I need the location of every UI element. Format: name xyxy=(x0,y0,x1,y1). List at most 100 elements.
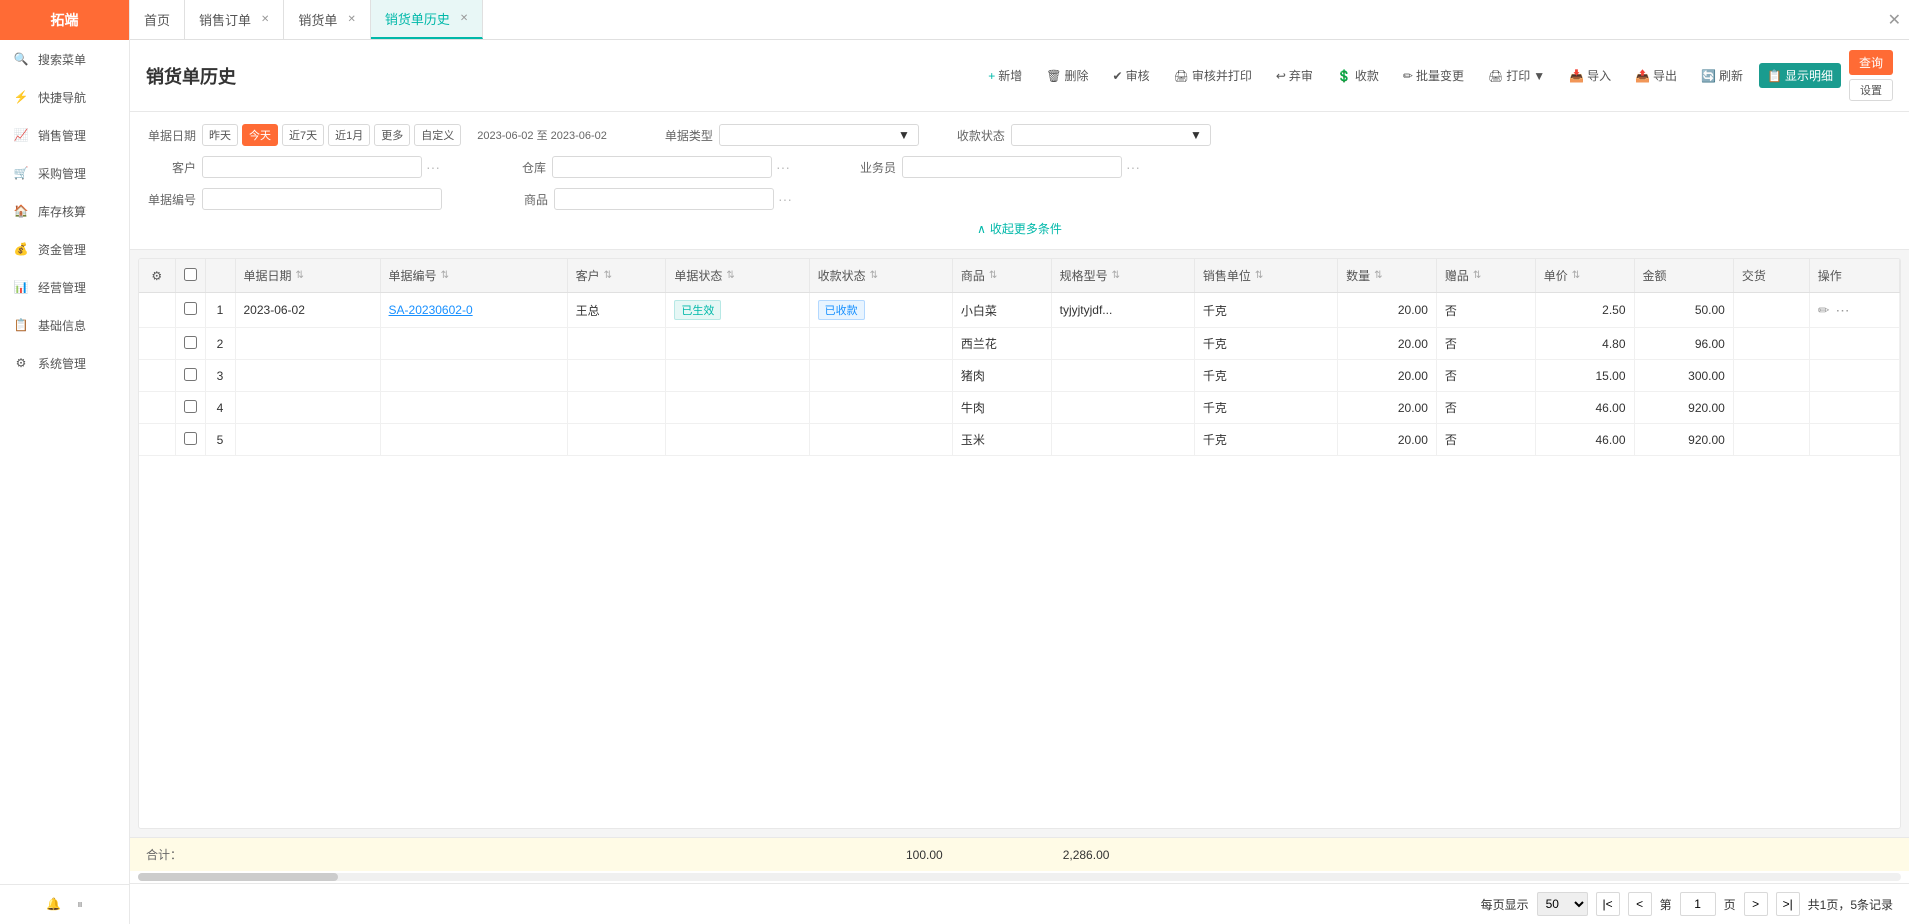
sidebar-item-sys-mgmt[interactable]: ⚙ 系统管理 xyxy=(0,344,129,382)
batch-change-button[interactable]: ✏ 批量变更 xyxy=(1395,63,1472,88)
page-last-button[interactable]: >| xyxy=(1776,892,1800,916)
cell-docno-4[interactable] xyxy=(380,424,567,456)
page-prev-button[interactable]: < xyxy=(1628,892,1652,916)
tab-home[interactable]: 首页 xyxy=(130,0,185,39)
show-detail-button[interactable]: 📋 显示明细 xyxy=(1759,63,1841,88)
th-goods[interactable]: 商品 ⇅ xyxy=(952,259,1051,293)
row-checkbox-1[interactable] xyxy=(184,336,197,349)
cell-settings-1 xyxy=(139,328,175,360)
collapse-button[interactable]: ∧ 收起更多条件 xyxy=(146,220,1893,237)
scrollbar-thumb[interactable] xyxy=(138,873,338,881)
pause-icon[interactable]: ⏸ xyxy=(77,897,83,912)
unit-sort-icon: ⇅ xyxy=(1255,270,1263,281)
row-checkbox-2[interactable] xyxy=(184,368,197,381)
sidebar-item-basic-info[interactable]: 📋 基础信息 xyxy=(0,306,129,344)
cell-checkbox-2[interactable] xyxy=(175,360,205,392)
filter-doc-type-select[interactable]: ▼ xyxy=(719,124,919,146)
th-collect-status[interactable]: 收款状态 ⇅ xyxy=(809,259,952,293)
filter-warehouse-input[interactable] xyxy=(552,156,772,178)
tab-sales-goods-close[interactable]: ✕ xyxy=(347,14,355,25)
cell-docno-3[interactable] xyxy=(380,392,567,424)
filter-customer-input[interactable] xyxy=(202,156,422,178)
page-number-input[interactable] xyxy=(1680,892,1716,916)
audit-print-button[interactable]: 🖨 审核并打印 xyxy=(1166,63,1260,88)
row-checkbox-4[interactable] xyxy=(184,432,197,445)
date-yesterday[interactable]: 昨天 xyxy=(202,124,238,146)
select-all-checkbox[interactable] xyxy=(184,268,197,281)
th-doc-no[interactable]: 单据编号 ⇅ xyxy=(380,259,567,293)
delete-button[interactable]: 🗑 删除 xyxy=(1038,63,1096,88)
cell-price-1: 4.80 xyxy=(1535,328,1634,360)
cell-checkbox-0[interactable] xyxy=(175,293,205,328)
sidebar-item-sales-mgmt[interactable]: 📈 销售管理 xyxy=(0,116,129,154)
cell-docno-1[interactable] xyxy=(380,328,567,360)
th-gift[interactable]: 赠品 ⇅ xyxy=(1436,259,1535,293)
filter-business-input[interactable] xyxy=(902,156,1122,178)
row-checkbox-3[interactable] xyxy=(184,400,197,413)
date-1month[interactable]: 近1月 xyxy=(328,124,370,146)
th-unit[interactable]: 销售单位 ⇅ xyxy=(1194,259,1337,293)
filter-goods-input[interactable] xyxy=(554,188,774,210)
th-doc-date[interactable]: 单据日期 ⇅ xyxy=(235,259,380,293)
tab-sales-order-close[interactable]: ✕ xyxy=(261,14,269,25)
th-qty[interactable]: 数量 ⇅ xyxy=(1338,259,1437,293)
abandon-button[interactable]: ↩ 弃审 xyxy=(1268,63,1321,88)
doc-no-link-0[interactable]: SA-20230602-0 xyxy=(389,303,473,317)
th-settings[interactable]: ⚙ xyxy=(139,259,175,293)
collect-button[interactable]: 💲 收款 xyxy=(1329,63,1387,88)
th-customer[interactable]: 客户 ⇅ xyxy=(567,259,666,293)
page-first-button[interactable]: |< xyxy=(1596,892,1620,916)
customer-dots-button[interactable]: ··· xyxy=(426,159,440,175)
row-checkbox-0[interactable] xyxy=(184,302,197,315)
page-next-button[interactable]: > xyxy=(1744,892,1768,916)
sidebar-item-purchase-mgmt[interactable]: 🛒 采购管理 xyxy=(0,154,129,192)
tab-sales-order[interactable]: 销售订单 ✕ xyxy=(185,0,284,39)
th-price[interactable]: 单价 ⇅ xyxy=(1535,259,1634,293)
refresh-button[interactable]: 🔄 刷新 xyxy=(1693,63,1751,88)
cell-checkbox-4[interactable] xyxy=(175,424,205,456)
sidebar-item-inventory[interactable]: 🏠 库存核算 xyxy=(0,192,129,230)
query-button[interactable]: 查询 xyxy=(1849,50,1893,75)
th-doc-status[interactable]: 单据状态 ⇅ xyxy=(666,259,809,293)
date-custom[interactable]: 自定义 xyxy=(414,124,461,146)
cell-docno-0[interactable]: SA-20230602-0 xyxy=(380,293,567,328)
export-button[interactable]: 📤 导出 xyxy=(1627,63,1685,88)
import-button[interactable]: 📥 导入 xyxy=(1561,63,1619,88)
goods-dots-button[interactable]: ··· xyxy=(778,191,792,207)
sidebar-item-purchase-mgmt-label: 采购管理 xyxy=(38,165,86,182)
audit-button[interactable]: ✔ 审核 xyxy=(1105,63,1158,88)
cell-checkbox-1[interactable] xyxy=(175,328,205,360)
date-today[interactable]: 今天 xyxy=(242,124,278,146)
tab-sales-goods[interactable]: 销货单 ✕ xyxy=(284,0,370,39)
settings-button[interactable]: 设置 xyxy=(1849,79,1893,101)
notification-icon[interactable]: 🔔 xyxy=(46,897,61,912)
date-7days[interactable]: 近7天 xyxy=(282,124,324,146)
cell-spec-2 xyxy=(1051,360,1194,392)
sidebar-item-finance[interactable]: 💰 资金管理 xyxy=(0,230,129,268)
tab-bar-close[interactable]: ✕ xyxy=(1888,10,1909,30)
edit-icon-0[interactable]: ✏ xyxy=(1818,302,1830,319)
cell-docno-2[interactable] xyxy=(380,360,567,392)
filter-collect-status-select[interactable]: ▼ xyxy=(1011,124,1211,146)
ops-icon: 📊 xyxy=(12,278,30,296)
tab-sales-history-close[interactable]: ✕ xyxy=(460,13,468,24)
cell-unit-3: 千克 xyxy=(1194,392,1337,424)
scrollbar-track[interactable] xyxy=(138,873,1901,881)
more-icon-0[interactable]: ⋯ xyxy=(1835,302,1849,319)
page-size-select[interactable]: 50 100 200 xyxy=(1537,892,1588,916)
tab-sales-history[interactable]: 销货单历史 ✕ xyxy=(371,0,483,39)
table-settings-icon[interactable]: ⚙ xyxy=(151,269,162,283)
filter-docno-input[interactable] xyxy=(202,188,442,210)
filter-row-1: 单据日期 昨天 今天 近7天 近1月 更多 自定义 2023-06-02 至 2… xyxy=(146,124,1893,146)
warehouse-dots-button[interactable]: ··· xyxy=(776,159,790,175)
business-dots-button[interactable]: ··· xyxy=(1126,159,1140,175)
scrollbar-area xyxy=(130,871,1909,883)
cell-checkbox-3[interactable] xyxy=(175,392,205,424)
sidebar-item-search-menu[interactable]: 🔍 搜索菜单 xyxy=(0,40,129,78)
sidebar-item-ops[interactable]: 📊 经营管理 xyxy=(0,268,129,306)
th-spec[interactable]: 规格型号 ⇅ xyxy=(1051,259,1194,293)
sidebar-item-quick-nav[interactable]: ⚡ 快捷导航 xyxy=(0,78,129,116)
print-button[interactable]: 🖨 打印 ▼ xyxy=(1480,63,1553,88)
date-more[interactable]: 更多 xyxy=(374,124,410,146)
add-button[interactable]: + 新增 xyxy=(980,63,1030,88)
